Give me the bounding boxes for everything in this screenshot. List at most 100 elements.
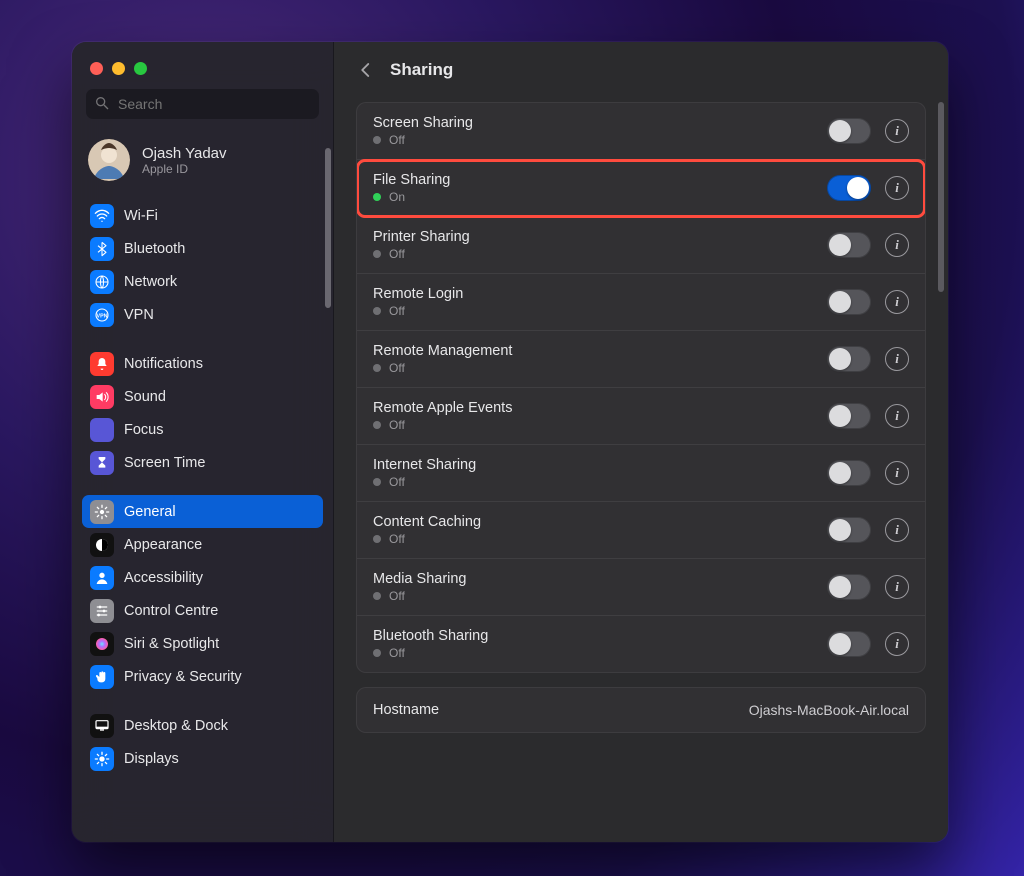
status-dot-icon xyxy=(373,421,381,429)
sidebar-item-focus[interactable]: Focus xyxy=(82,413,323,446)
settings-window: Ojash Yadav Apple ID Wi-Fi BluetoothNetwo… xyxy=(72,42,948,842)
sidebar-item-appearance[interactable]: Appearance xyxy=(82,528,323,561)
service-label: Remote Management xyxy=(373,343,512,359)
toggle-remote-apple-events[interactable] xyxy=(827,403,871,429)
siri-icon xyxy=(90,632,114,656)
status-dot-icon xyxy=(373,649,381,657)
status-dot-icon xyxy=(373,250,381,258)
service-row-remote-management: Remote Management Off i xyxy=(357,331,925,388)
info-button-remote-apple-events[interactable]: i xyxy=(885,404,909,428)
service-status-text: Off xyxy=(389,532,405,546)
sidebar-item-label: Privacy & Security xyxy=(124,669,242,685)
toggle-content-caching[interactable] xyxy=(827,517,871,543)
service-status: Off xyxy=(373,361,512,375)
status-dot-icon xyxy=(373,592,381,600)
sidebar-item-label: Wi-Fi xyxy=(124,208,158,224)
info-button-printer-sharing[interactable]: i xyxy=(885,233,909,257)
sidebar-item-label: Displays xyxy=(124,751,179,767)
sun-icon xyxy=(90,747,114,771)
person-icon xyxy=(90,566,114,590)
sidebar-item-accessibility[interactable]: Accessibility xyxy=(82,561,323,594)
service-status-text: Off xyxy=(389,475,405,489)
status-dot-icon xyxy=(373,364,381,372)
toggle-file-sharing[interactable] xyxy=(827,175,871,201)
account-sub: Apple ID xyxy=(142,162,227,176)
fullscreen-window-button[interactable] xyxy=(134,62,147,75)
sliders-icon xyxy=(90,599,114,623)
service-status: Off xyxy=(373,589,467,603)
service-status-text: Off xyxy=(389,589,405,603)
hostname-value: Ojashs-MacBook-Air.local xyxy=(749,702,909,718)
minimize-window-button[interactable] xyxy=(112,62,125,75)
toggle-knob xyxy=(829,291,851,313)
sidebar-item-account[interactable]: Ojash Yadav Apple ID xyxy=(72,129,333,195)
service-status-text: Off xyxy=(389,247,405,261)
page-title: Sharing xyxy=(390,60,453,80)
sidebar-item-wifi[interactable]: Wi-Fi xyxy=(82,199,323,232)
service-status: Off xyxy=(373,646,488,660)
toggle-knob xyxy=(829,576,851,598)
sidebar-item-sound[interactable]: Sound xyxy=(82,380,323,413)
toggle-bluetooth-sharing[interactable] xyxy=(827,631,871,657)
sidebar-item-screentime[interactable]: Screen Time xyxy=(82,446,323,479)
sidebar-item-general[interactable]: General xyxy=(82,495,323,528)
toggle-remote-management[interactable] xyxy=(827,346,871,372)
main-body: Screen SharingOffiFile SharingOniPrinter… xyxy=(334,98,948,842)
sidebar-item-label: Desktop & Dock xyxy=(124,718,228,734)
toggle-media-sharing[interactable] xyxy=(827,574,871,600)
service-label: Remote Login xyxy=(373,286,463,302)
gear-icon xyxy=(90,500,114,524)
moon-icon xyxy=(90,418,114,442)
service-row-internet-sharing: Internet Sharing Off i xyxy=(357,445,925,502)
info-button-content-caching[interactable]: i xyxy=(885,518,909,542)
toggle-knob xyxy=(829,348,851,370)
close-window-button[interactable] xyxy=(90,62,103,75)
sidebar-item-displays[interactable]: Displays xyxy=(82,742,323,775)
sidebar-item-desktop[interactable]: Desktop & Dock xyxy=(82,709,323,742)
window-controls xyxy=(72,52,333,89)
info-button-remote-login[interactable]: i xyxy=(885,290,909,314)
info-button-file-sharing[interactable]: i xyxy=(885,176,909,200)
toggle-knob xyxy=(829,519,851,541)
toggle-remote-login[interactable] xyxy=(827,289,871,315)
service-row-remote-apple-events: Remote Apple Events Off i xyxy=(357,388,925,445)
status-dot-icon xyxy=(373,307,381,315)
service-label: Remote Apple Events xyxy=(373,400,512,416)
back-button[interactable] xyxy=(354,58,378,82)
service-row-file-sharing: File SharingOni xyxy=(357,160,925,217)
service-status: Off xyxy=(373,247,470,261)
service-label: Internet Sharing xyxy=(373,457,476,473)
toggle-printer-sharing[interactable] xyxy=(827,232,871,258)
bell-icon xyxy=(90,352,114,376)
info-button-internet-sharing[interactable]: i xyxy=(885,461,909,485)
toggle-screen-sharing[interactable] xyxy=(827,118,871,144)
search-wrap xyxy=(72,89,333,129)
vpn-icon: VPN xyxy=(90,303,114,327)
toggle-internet-sharing[interactable] xyxy=(827,460,871,486)
service-status-text: Off xyxy=(389,646,405,660)
sidebar-item-siri[interactable]: Siri & Spotlight xyxy=(82,627,323,660)
sidebar-item-bluetooth[interactable]: Bluetooth xyxy=(82,232,323,265)
sidebar-item-label: Sound xyxy=(124,389,166,405)
service-status: Off xyxy=(373,475,476,489)
sidebar-scrollbar[interactable] xyxy=(325,148,331,308)
sidebar-item-network[interactable]: Network xyxy=(82,265,323,298)
service-status: Off xyxy=(373,418,512,432)
main-scrollbar[interactable] xyxy=(938,102,944,292)
info-button-remote-management[interactable]: i xyxy=(885,347,909,371)
sidebar-item-controlcentre[interactable]: Control Centre xyxy=(82,594,323,627)
sidebar-item-vpn[interactable]: VPNVPN xyxy=(82,298,323,331)
sidebar-list: Wi-Fi BluetoothNetworkVPNVPN Notifications… xyxy=(72,195,333,791)
search-input[interactable] xyxy=(86,89,319,119)
sidebar-item-notifications[interactable]: Notifications xyxy=(82,347,323,380)
info-button-media-sharing[interactable]: i xyxy=(885,575,909,599)
info-button-bluetooth-sharing[interactable]: i xyxy=(885,632,909,656)
service-row-printer-sharing: Printer SharingOffi xyxy=(357,217,925,274)
sidebar-item-privacy[interactable]: Privacy & Security xyxy=(82,660,323,693)
info-button-screen-sharing[interactable]: i xyxy=(885,119,909,143)
service-label: Screen Sharing xyxy=(373,115,473,131)
chevron-left-icon xyxy=(357,61,375,79)
hostname-row[interactable]: Hostname Ojashs-MacBook-Air.local xyxy=(357,688,925,732)
service-status: Off xyxy=(373,304,463,318)
main-content: Sharing Screen SharingOffiFile SharingOn… xyxy=(334,42,948,842)
